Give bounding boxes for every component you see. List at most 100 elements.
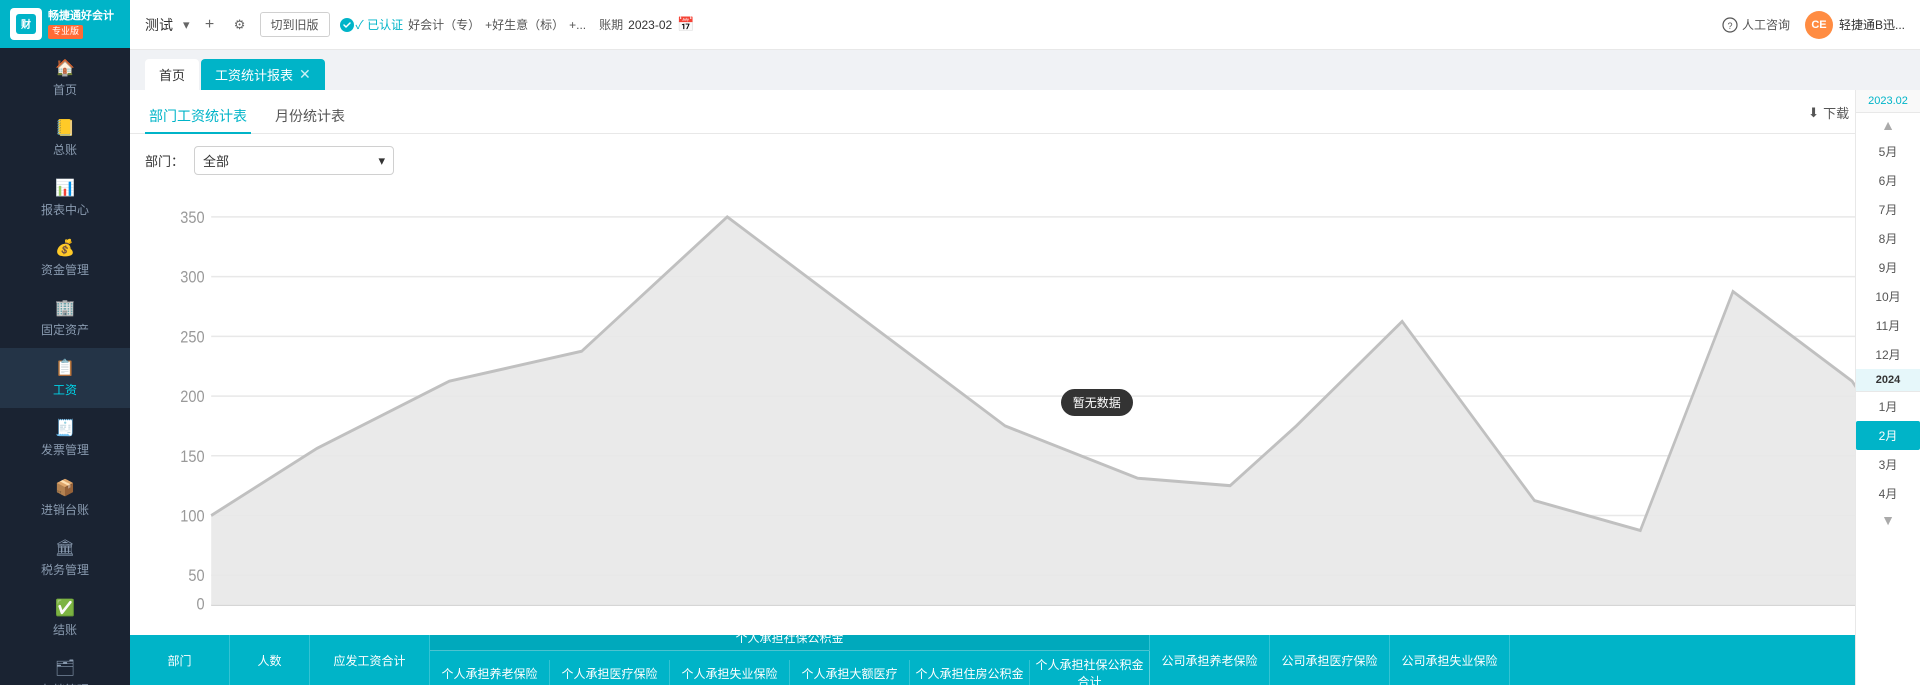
sales-icon: 📦: [55, 478, 75, 498]
col-total-salary: 应发工资合计: [310, 635, 430, 685]
invoice-icon: 🧾: [55, 418, 75, 438]
dept-select[interactable]: 全部 ▾: [194, 146, 394, 175]
calendar-icon[interactable]: 📅: [677, 16, 694, 33]
sidebar-item-invoice[interactable]: 🧾 发票管理: [0, 408, 130, 468]
line-chart: 350 300 250 200 150 100 50 0: [145, 187, 1905, 635]
sales-label: 进销台账: [41, 501, 89, 518]
sidebar-item-funds[interactable]: 💰 资金管理: [0, 228, 130, 288]
tab-home[interactable]: 首页: [145, 59, 199, 90]
svg-text:200: 200: [180, 388, 205, 406]
logo-icon: 财: [10, 8, 42, 40]
help-button[interactable]: ? 人工咨询: [1722, 16, 1790, 33]
archive-label: 归档管理: [41, 681, 89, 685]
col-personal-medical: 个人承担医疗保险: [550, 660, 670, 685]
col-company-medical: 公司承担医疗保险: [1270, 635, 1390, 685]
assets-label: 固定资产: [41, 321, 89, 338]
user-avatar: CE: [1805, 11, 1833, 39]
home-icon: 🏠: [55, 58, 75, 78]
home-label: 首页: [53, 81, 77, 98]
sidebar-logo: 财 畅捷通好会计 专业版: [0, 0, 130, 48]
sidebar-item-archive[interactable]: 🗂 归档管理: [0, 648, 130, 685]
certified-badge: ✓ 已认证: [340, 16, 404, 33]
archive-icon: 🗂: [55, 658, 75, 678]
svg-text:250: 250: [180, 329, 205, 347]
sidebar-item-settle[interactable]: ✅ 结账: [0, 588, 130, 648]
topbar-right: ? 人工咨询 CE 轻捷通B迅...: [1722, 11, 1905, 39]
main-content: 测试 ▾ + ⚙ 切到旧版 ✓ 已认证 好会计（专）: [130, 0, 1920, 685]
sidebar-item-assets[interactable]: 🏢 固定资产: [0, 288, 130, 348]
company-dropdown[interactable]: ▾: [183, 17, 190, 33]
settle-label: 结账: [53, 621, 77, 638]
tab-close-icon[interactable]: ✕: [299, 66, 311, 83]
tax-label: 税务管理: [41, 561, 89, 578]
svg-text:50: 50: [188, 567, 205, 585]
funds-label: 资金管理: [41, 261, 89, 278]
topbar: 测试 ▾ + ⚙ 切到旧版 ✓ 已认证 好会计（专）: [130, 0, 1920, 50]
sidebar-item-reports[interactable]: 📊 报表中心: [0, 168, 130, 228]
svg-text:150: 150: [180, 448, 205, 466]
sub-tab-bar: 部门工资统计表 月份统计表 ⬇ 下载 ↻ 刷新: [130, 90, 1920, 134]
download-icon: ⬇: [1808, 105, 1819, 121]
svg-text:0: 0: [196, 596, 204, 614]
company-name: 测试: [145, 15, 173, 35]
reports-icon: 📊: [55, 178, 75, 198]
tax-icon: 🏛: [55, 538, 75, 558]
col-personal-unemploy: 个人承担失业保险: [670, 660, 790, 685]
svg-text:300: 300: [180, 269, 205, 287]
svg-text:100: 100: [180, 508, 205, 526]
filter-bar: 部门： 全部 ▾: [130, 134, 1920, 187]
account-status: ✓ 已认证 好会计（专） +好生意（标） +... 账期 2023-02 📅: [340, 16, 695, 33]
sidebar-item-home[interactable]: 🏠 首页: [0, 48, 130, 108]
date-jan-2024[interactable]: 1月: [1856, 392, 1920, 421]
date-oct[interactable]: 10月: [1856, 282, 1920, 311]
table-header: 部门 人数 应发工资合计 个人承担社保公积金 个人承担养老保险 个人承担医疗保险…: [130, 635, 1920, 685]
sidebar-item-ledger[interactable]: 📒 总账: [0, 108, 130, 168]
user-profile[interactable]: CE 轻捷通B迅...: [1805, 11, 1905, 39]
date-may[interactable]: 5月: [1856, 137, 1920, 166]
svg-text:财: 财: [20, 18, 31, 31]
add-button[interactable]: +: [200, 15, 220, 35]
reports-label: 报表中心: [41, 201, 89, 218]
status-good: 好会计（专）: [408, 16, 480, 33]
logo-text: 畅捷通好会计 专业版: [48, 9, 114, 39]
subtab-monthly[interactable]: 月份统计表: [271, 100, 349, 134]
settings-button[interactable]: ⚙: [230, 15, 250, 35]
sidebar: 财 畅捷通好会计 专业版 🏠 首页 📒 总账 📊 报表中心 💰 资金管理 🏢 固…: [0, 0, 130, 685]
date-jun[interactable]: 6月: [1856, 166, 1920, 195]
sidebar-item-tax[interactable]: 🏛 税务管理: [0, 528, 130, 588]
logo-badge: 专业版: [48, 25, 83, 39]
svg-text:?: ?: [1727, 21, 1732, 31]
col-personal-total: 个人承担社保公积金合计: [1030, 651, 1150, 685]
settle-icon: ✅: [55, 598, 75, 618]
tab-payroll-stats[interactable]: 工资统计报表 ✕: [201, 59, 325, 90]
date-jul[interactable]: 7月: [1856, 195, 1920, 224]
status-more: +...: [569, 18, 586, 32]
funds-icon: 💰: [55, 238, 75, 258]
ledger-icon: 📒: [55, 118, 75, 138]
date-nov[interactable]: 11月: [1856, 311, 1920, 340]
date-sep[interactable]: 9月: [1856, 253, 1920, 282]
col-personal-major-medical: 个人承担大额医疗: [790, 660, 910, 685]
date-dec[interactable]: 12月: [1856, 340, 1920, 369]
col-company-unemploy: 公司承担失业保险: [1390, 635, 1510, 685]
date-next-button[interactable]: ▼: [1877, 508, 1899, 532]
sidebar-item-payroll[interactable]: 📋 工资: [0, 348, 130, 408]
date-apr-2024[interactable]: 4月: [1856, 479, 1920, 508]
user-name: 轻捷通B迅...: [1839, 16, 1905, 33]
col-personal-housing: 个人承担住房公积金: [910, 660, 1030, 685]
invoice-label: 发票管理: [41, 441, 89, 458]
date-aug[interactable]: 8月: [1856, 224, 1920, 253]
col-group-personal: 个人承担社保公积金 个人承担养老保险 个人承担医疗保险 个人承担失业保险 个人承…: [430, 635, 1150, 685]
select-arrow-icon: ▾: [378, 153, 385, 169]
svg-text:350: 350: [180, 209, 205, 227]
download-button[interactable]: ⬇ 下载: [1808, 103, 1849, 122]
sidebar-item-sales[interactable]: 📦 进销台账: [0, 468, 130, 528]
date-mar-2024[interactable]: 3月: [1856, 450, 1920, 479]
payroll-icon: 📋: [55, 358, 75, 378]
col-count: 人数: [230, 635, 310, 685]
date-prev-button[interactable]: ▲: [1877, 113, 1899, 137]
switch-version-button[interactable]: 切到旧版: [260, 12, 330, 37]
date-feb-2024[interactable]: 2月: [1856, 421, 1920, 450]
col-group-personal-cells: 个人承担养老保险 个人承担医疗保险 个人承担失业保险 个人承担大额医疗 个人承担…: [430, 651, 1149, 685]
subtab-dept[interactable]: 部门工资统计表: [145, 100, 251, 134]
